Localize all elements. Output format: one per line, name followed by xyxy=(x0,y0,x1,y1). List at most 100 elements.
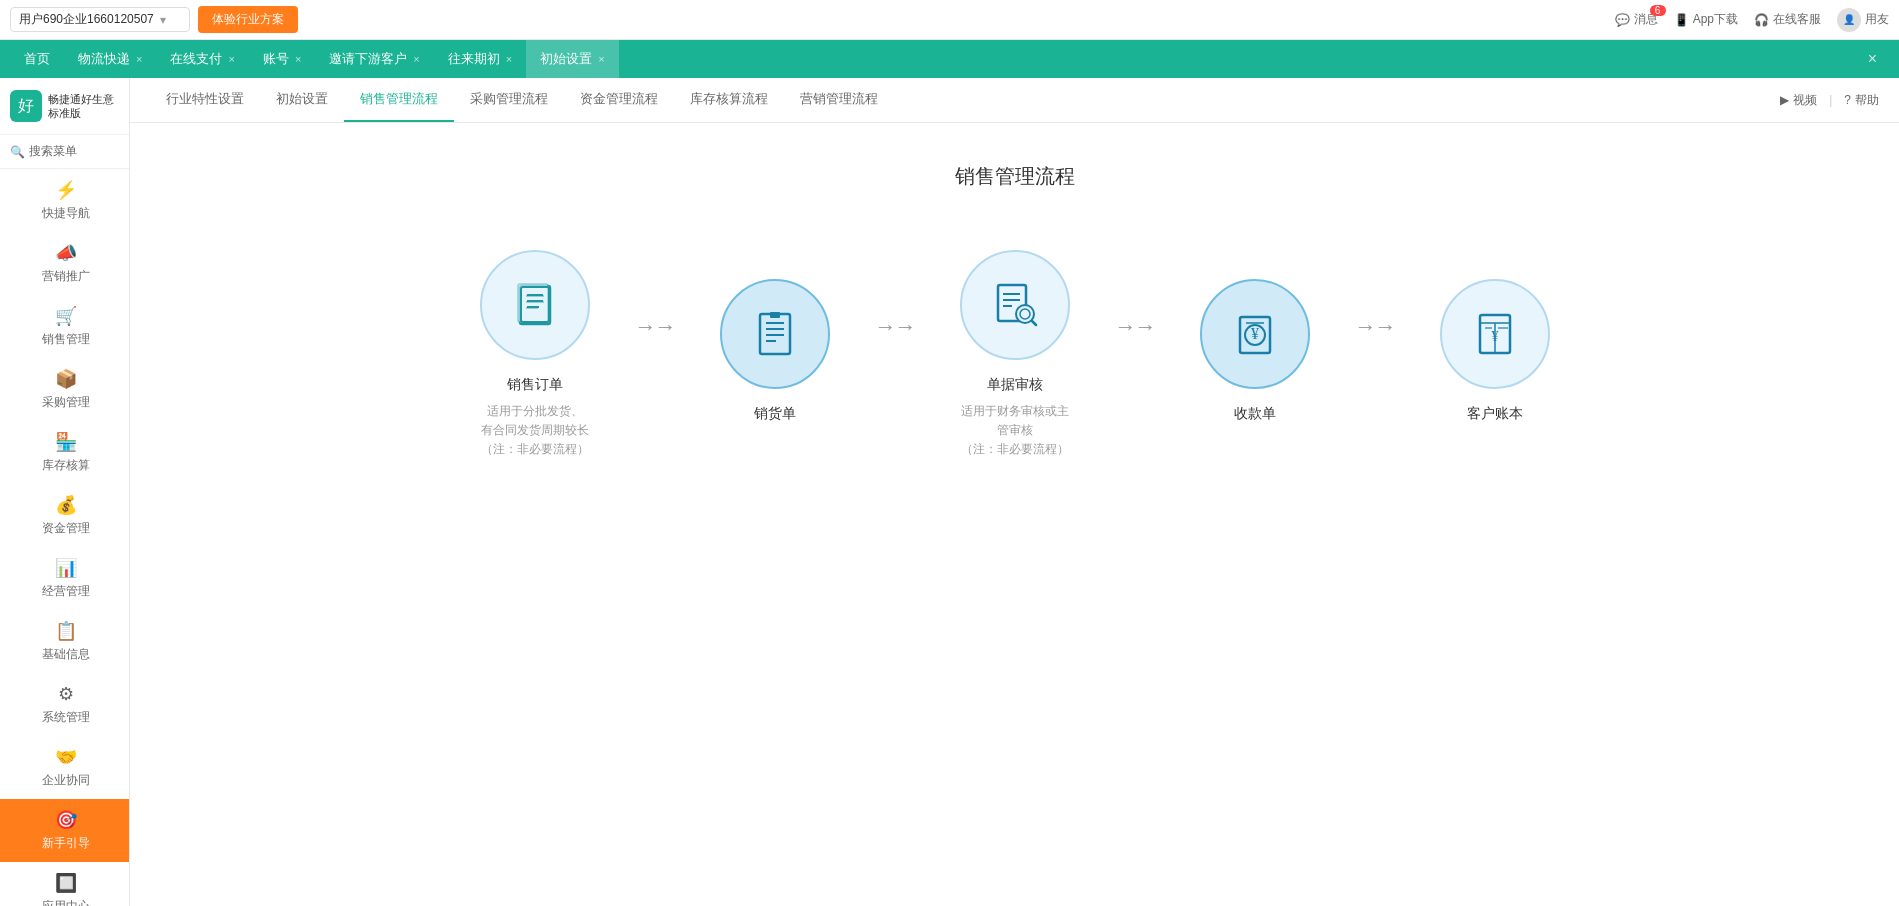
flow-step-sales-invoice: 销货单 xyxy=(685,279,865,431)
marketing-icon: 📣 xyxy=(55,242,77,264)
close-initial-icon[interactable]: × xyxy=(598,53,604,65)
user-selector-label: 用户690企业1660120507 xyxy=(19,11,154,28)
sidebar-item-marketing[interactable]: 📣 营销推广 xyxy=(0,232,129,295)
close-payment-icon[interactable]: × xyxy=(228,53,234,65)
sub-tab-inventory-flow[interactable]: 库存核算流程 xyxy=(674,78,784,122)
sidebar-item-purchase[interactable]: 📦 采购管理 xyxy=(0,358,129,421)
message-icon: 💬 xyxy=(1615,13,1630,27)
sidebar: 好 畅捷通好生意 标准版 🔍 搜索菜单 ⚡ 快捷导航 📣 营销推广 🛒 销售管理… xyxy=(0,78,130,906)
sub-tab-sales-flow[interactable]: 销售管理流程 xyxy=(344,78,454,122)
sidebar-item-label: 库存核算 xyxy=(42,457,90,474)
sidebar-item-system[interactable]: ⚙ 系统管理 xyxy=(0,673,129,736)
close-period-icon[interactable]: × xyxy=(506,53,512,65)
step-name-sales-invoice: 销货单 xyxy=(754,405,796,423)
top-bar-left: 用户690企业1660120507 ▾ 体验行业方案 xyxy=(10,6,298,33)
svg-rect-14 xyxy=(770,312,780,318)
tab-home[interactable]: 首页 xyxy=(10,40,64,78)
tab-account[interactable]: 账号 × xyxy=(249,40,315,78)
tab-payment-label: 在线支付 xyxy=(170,50,222,68)
sidebar-item-app-center[interactable]: 🔲 应用中心 xyxy=(0,862,129,906)
top-bar: 用户690企业1660120507 ▾ 体验行业方案 💬 消息 6 📱 App下… xyxy=(0,0,1899,40)
tab-logistics-label: 物流快递 xyxy=(78,50,130,68)
sub-tab-purchase-flow[interactable]: 采购管理流程 xyxy=(454,78,564,122)
tab-initial-label: 初始设置 xyxy=(540,50,592,68)
trial-button[interactable]: 体验行业方案 xyxy=(198,6,298,33)
sidebar-item-label: 营销推广 xyxy=(42,268,90,285)
finance-icon: 💰 xyxy=(55,494,77,516)
sidebar-item-basic-info[interactable]: 📋 基础信息 xyxy=(0,610,129,673)
sidebar-item-enterprise-collab[interactable]: 🤝 企业协同 xyxy=(0,736,129,799)
user-selector[interactable]: 用户690企业1660120507 ▾ xyxy=(10,7,190,32)
sidebar-search-button[interactable]: 🔍 搜索菜单 xyxy=(0,135,129,169)
tab-logistics[interactable]: 物流快递 × xyxy=(64,40,156,78)
tab-initial-setup[interactable]: 初始设置 × xyxy=(526,40,618,78)
chevron-down-icon: ▾ xyxy=(160,13,166,27)
help-button[interactable]: ? 帮助 xyxy=(1844,92,1879,109)
sidebar-item-label: 销售管理 xyxy=(42,331,90,348)
sidebar-item-newbie-guide[interactable]: 🎯 新手引导 xyxy=(0,799,129,862)
tab-account-label: 账号 xyxy=(263,50,289,68)
sub-tab-industry[interactable]: 行业特性设置 xyxy=(150,78,260,122)
sidebar-item-finance[interactable]: 💰 资金管理 xyxy=(0,484,129,547)
step-name-doc-review: 单据审核 xyxy=(987,376,1043,394)
sidebar-item-sales[interactable]: 🛒 销售管理 xyxy=(0,295,129,358)
tab-period-init[interactable]: 往来期初 × xyxy=(434,40,526,78)
close-invite-icon[interactable]: × xyxy=(413,53,419,65)
step-name-customer-ledger: 客户账本 xyxy=(1467,405,1523,423)
flow-arrow-2: →→ xyxy=(875,314,915,395)
enterprise-collab-icon: 🤝 xyxy=(55,746,77,768)
sidebar-item-inventory[interactable]: 🏪 库存核算 xyxy=(0,421,129,484)
close-all-tabs-button[interactable]: × xyxy=(1856,50,1889,68)
step-circle-customer-ledger[interactable]: ¥ xyxy=(1440,279,1550,389)
logo-icon: 好 xyxy=(10,90,42,122)
sidebar-item-label: 采购管理 xyxy=(42,394,90,411)
step-name-receipt: 收款单 xyxy=(1234,405,1276,423)
sidebar-item-operations[interactable]: 📊 经营管理 xyxy=(0,547,129,610)
sales-order-icon xyxy=(510,280,560,330)
sub-tab-initial-setup[interactable]: 初始设置 xyxy=(260,78,344,122)
tab-invite-downstream[interactable]: 邀请下游客户 × xyxy=(315,40,433,78)
flow-step-sales-order: 销售订单 适用于分批发货、有合同发货周期较长（注：非必要流程） xyxy=(445,250,625,460)
svg-line-20 xyxy=(1032,321,1036,325)
main-content: 行业特性设置 初始设置 销售管理流程 采购管理流程 资金管理流程 库存核算流程 … xyxy=(130,78,1899,906)
sub-tab-finance-flow[interactable]: 资金管理流程 xyxy=(564,78,674,122)
app-download-button[interactable]: 📱 App下载 xyxy=(1674,11,1738,28)
user-profile-button[interactable]: 👤 用友 xyxy=(1837,8,1889,32)
sidebar-item-label: 经营管理 xyxy=(42,583,90,600)
logo-text: 畅捷通好生意 标准版 xyxy=(48,92,114,121)
newbie-guide-icon: 🎯 xyxy=(55,809,77,831)
step-circle-sales-invoice[interactable] xyxy=(720,279,830,389)
sub-tabs: 行业特性设置 初始设置 销售管理流程 采购管理流程 资金管理流程 库存核算流程 … xyxy=(130,78,1899,123)
help-icon: ? xyxy=(1844,93,1851,107)
online-service-button[interactable]: 🎧 在线客服 xyxy=(1754,11,1821,28)
sidebar-item-label: 系统管理 xyxy=(42,709,90,726)
tab-period-label: 往来期初 xyxy=(448,50,500,68)
message-button[interactable]: 💬 消息 6 xyxy=(1615,11,1658,28)
service-icon: 🎧 xyxy=(1754,13,1769,27)
message-badge: 6 xyxy=(1650,5,1666,16)
tab-home-label: 首页 xyxy=(24,50,50,68)
step-circle-receipt[interactable]: ¥ xyxy=(1200,279,1310,389)
sub-tab-marketing-flow[interactable]: 营销管理流程 xyxy=(784,78,894,122)
operations-icon: 📊 xyxy=(55,557,77,579)
sales-invoice-icon xyxy=(750,309,800,359)
video-icon: ▶ xyxy=(1780,93,1789,107)
tab-payment[interactable]: 在线支付 × xyxy=(156,40,248,78)
flow-step-receipt: ¥ 收款单 xyxy=(1165,279,1345,431)
video-help-button[interactable]: ▶ 视频 xyxy=(1780,92,1817,109)
main-layout: 好 畅捷通好生意 标准版 🔍 搜索菜单 ⚡ 快捷导航 📣 营销推广 🛒 销售管理… xyxy=(0,78,1899,906)
step-circle-sales-order[interactable] xyxy=(480,250,590,360)
search-icon: 🔍 xyxy=(10,145,25,159)
app-download-label: App下载 xyxy=(1693,11,1738,28)
sub-tabs-actions: ▶ 视频 | ? 帮助 xyxy=(1780,92,1879,109)
sidebar-logo: 好 畅捷通好生意 标准版 xyxy=(0,78,129,135)
sidebar-item-quick-nav[interactable]: ⚡ 快捷导航 xyxy=(0,169,129,232)
flow-title: 销售管理流程 xyxy=(190,163,1839,190)
app-icon: 📱 xyxy=(1674,13,1689,27)
step-circle-doc-review[interactable] xyxy=(960,250,1070,360)
close-account-icon[interactable]: × xyxy=(295,53,301,65)
flow-step-doc-review: 单据审核 适用于财务审核或主管审核（注：非必要流程） xyxy=(925,250,1105,460)
inventory-icon: 🏪 xyxy=(55,431,77,453)
close-logistics-icon[interactable]: × xyxy=(136,53,142,65)
app-center-icon: 🔲 xyxy=(55,872,77,894)
